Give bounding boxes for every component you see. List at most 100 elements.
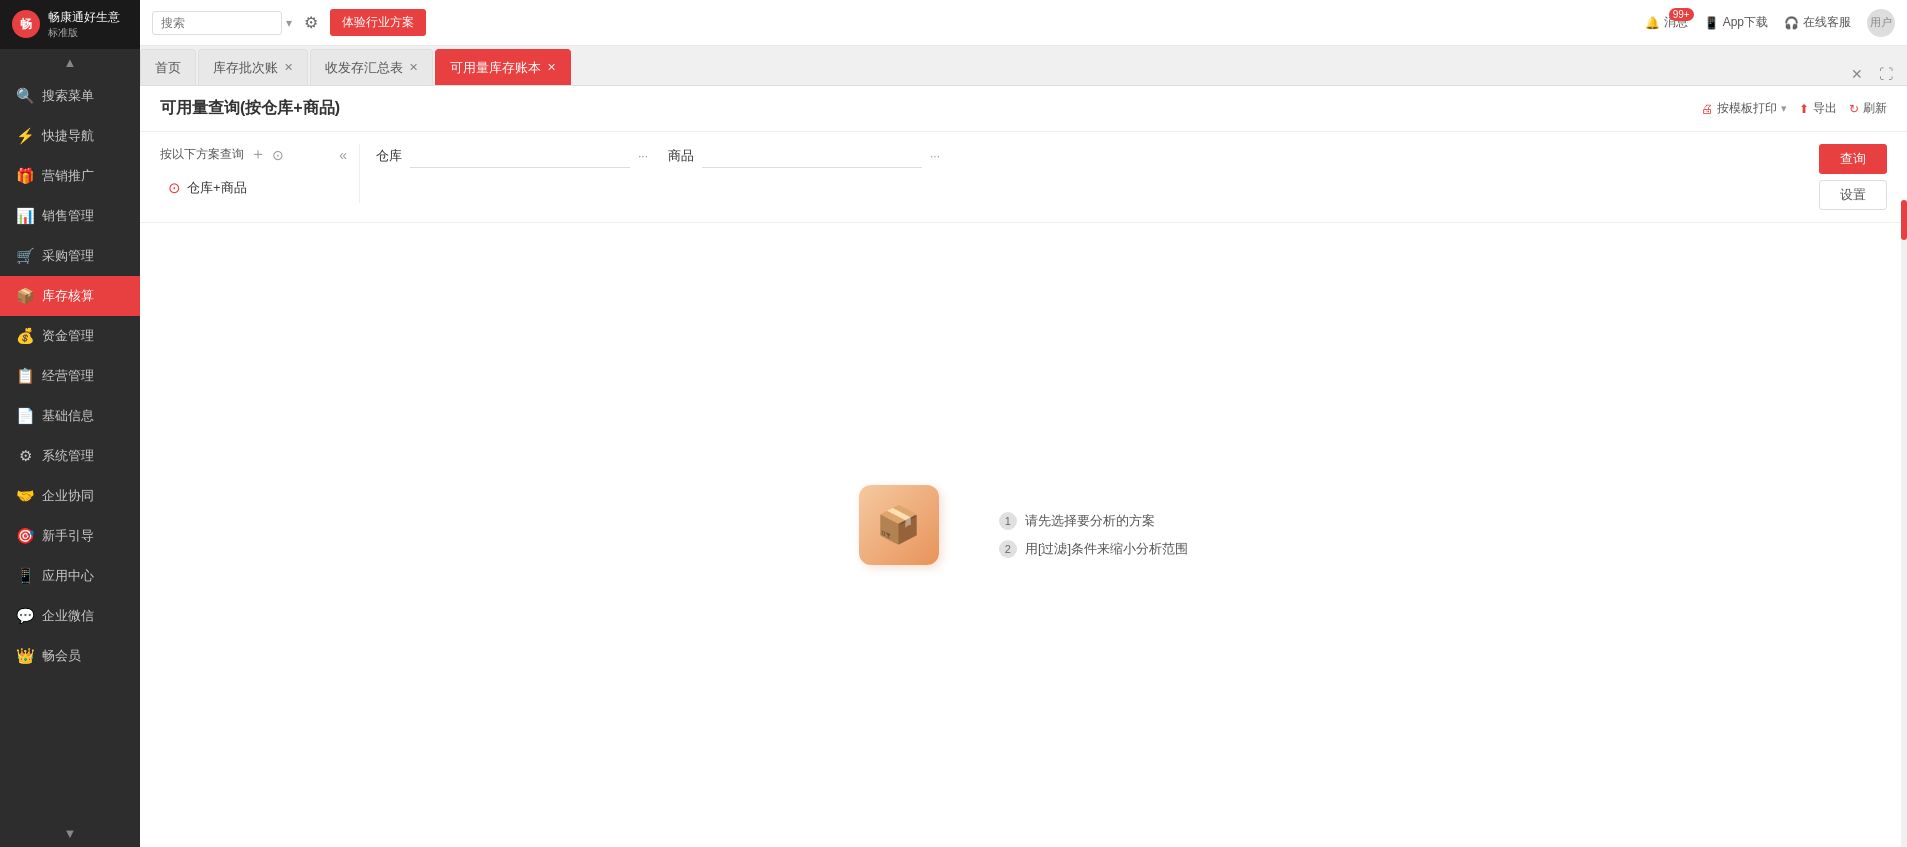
robot-icon (859, 485, 939, 565)
operations-icon: 📋 (16, 367, 34, 385)
export-btn[interactable]: ⬆ 导出 (1799, 100, 1837, 117)
right-scrollbar[interactable] (1901, 200, 1907, 847)
bell-icon: 🔔 (1645, 16, 1660, 30)
refresh-icon: ↻ (1849, 102, 1859, 116)
main-area: ▾ ⚙ 体验行业方案 🔔 消息 99+ 📱 App下载 🎧 在线客服 用户 (140, 0, 1907, 847)
sidebar-scroll-down[interactable]: ▼ (0, 820, 140, 847)
query-button[interactable]: 查询 (1819, 144, 1887, 174)
marketing-icon: 🎁 (16, 167, 34, 185)
filter-actions: 查询 设置 (1803, 144, 1887, 210)
system-icon: ⚙ (16, 447, 34, 465)
app-logo: 畅 (12, 10, 40, 38)
empty-state: 1 请先选择要分析的方案 2 用[过滤]条件来缩小分析范围 (140, 223, 1907, 847)
sidebar-item-quicknav[interactable]: ⚡ 快捷导航 (0, 116, 140, 156)
page-header: 可用量查询(按仓库+商品) 🖨 按模板打印 ▾ ⬆ 导出 ↻ 刷新 (140, 86, 1907, 132)
scheme-panel-header: 按以下方案查询 ＋ ⊙ « (160, 144, 347, 165)
sidebar-item-inventory[interactable]: 📦 库存核算 (0, 276, 140, 316)
inventory-icon: 📦 (16, 287, 34, 305)
tip-item-1: 1 请先选择要分析的方案 (999, 512, 1188, 530)
sidebar: 畅 畅康通好生意 标准版 ▲ 🔍 搜索菜单 ⚡ 快捷导航 🎁 营销推广 📊 销售… (0, 0, 140, 847)
print-btn[interactable]: 🖨 按模板打印 ▾ (1701, 100, 1787, 117)
sidebar-item-purchase[interactable]: 🛒 采购管理 (0, 236, 140, 276)
phone-icon: 📱 (1704, 16, 1719, 30)
tabs-actions: ✕ ⛶ (1845, 63, 1907, 85)
settings-scheme-btn[interactable]: ⊙ (272, 147, 284, 163)
tab-batch[interactable]: 库存批次账 ✕ (198, 49, 308, 85)
warehouse-goods-icon: ⊙ (168, 179, 181, 197)
tab-available-close[interactable]: ✕ (547, 61, 556, 74)
tip-item-2: 2 用[过滤]条件来缩小分析范围 (999, 540, 1188, 558)
enterprise-icon: 🤝 (16, 487, 34, 505)
sidebar-item-finance[interactable]: 💰 资金管理 (0, 316, 140, 356)
collapse-scheme-btn[interactable]: « (339, 147, 347, 163)
page-header-actions: 🖨 按模板打印 ▾ ⬆ 导出 ↻ 刷新 (1701, 100, 1887, 117)
filter-field-warehouse: 仓库 ··· (376, 144, 648, 168)
sidebar-item-search[interactable]: 🔍 搜索菜单 (0, 76, 140, 116)
warehouse-more-btn[interactable]: ··· (638, 149, 648, 163)
topbar-search-area: ▾ (152, 11, 292, 35)
appcenter-icon: 📱 (16, 567, 34, 585)
avatar[interactable]: 用户 (1867, 9, 1895, 37)
filter-area: 按以下方案查询 ＋ ⊙ « ⊙ 仓库+商品 仓库 ··· 商品 (140, 132, 1907, 223)
print-dropdown-icon: ▾ (1781, 102, 1787, 115)
finance-icon: 💰 (16, 327, 34, 345)
tab-summary[interactable]: 收发存汇总表 ✕ (310, 49, 433, 85)
filter-fields: 仓库 ··· 商品 ··· (360, 144, 1803, 168)
close-all-tabs-btn[interactable]: ✕ (1845, 63, 1869, 85)
sidebar-nav: 🔍 搜索菜单 ⚡ 快捷导航 🎁 营销推广 📊 销售管理 🛒 采购管理 📦 库存核… (0, 76, 140, 820)
sidebar-header: 畅 畅康通好生意 标准版 (0, 0, 140, 49)
scheme-panel: 按以下方案查询 ＋ ⊙ « ⊙ 仓库+商品 (160, 144, 360, 203)
sidebar-item-enterprise[interactable]: 🤝 企业协同 (0, 476, 140, 516)
tab-home[interactable]: 首页 (140, 49, 196, 85)
tab-batch-close[interactable]: ✕ (284, 61, 293, 74)
goods-input[interactable] (702, 144, 922, 168)
sidebar-item-member[interactable]: 👑 畅会员 (0, 636, 140, 676)
quicknav-icon: ⚡ (16, 127, 34, 145)
member-icon: 👑 (16, 647, 34, 665)
filter-field-goods: 商品 ··· (668, 144, 940, 168)
goods-more-btn[interactable]: ··· (930, 149, 940, 163)
scheme-item-warehouse-goods[interactable]: ⊙ 仓库+商品 (160, 173, 347, 203)
tab-available[interactable]: 可用量库存账本 ✕ (435, 49, 571, 85)
empty-illustration (859, 485, 959, 585)
tab-summary-close[interactable]: ✕ (409, 61, 418, 74)
sidebar-item-sales[interactable]: 📊 销售管理 (0, 196, 140, 236)
sidebar-item-marketing[interactable]: 🎁 营销推广 (0, 156, 140, 196)
sidebar-item-wechat[interactable]: 💬 企业微信 (0, 596, 140, 636)
headset-icon: 🎧 (1784, 16, 1799, 30)
search-dropdown-btn[interactable]: ▾ (286, 16, 292, 30)
page-title: 可用量查询(按仓库+商品) (160, 98, 340, 119)
search-icon: 🔍 (16, 87, 34, 105)
sidebar-item-system[interactable]: ⚙ 系统管理 (0, 436, 140, 476)
sidebar-item-newbie[interactable]: 🎯 新手引导 (0, 516, 140, 556)
sidebar-scroll-up[interactable]: ▲ (0, 49, 140, 76)
app-name: 畅康通好生意 标准版 (48, 10, 120, 39)
customer-service-btn[interactable]: 🎧 在线客服 (1784, 14, 1851, 31)
print-icon: 🖨 (1701, 102, 1713, 116)
search-input[interactable] (152, 11, 282, 35)
notification-btn[interactable]: 🔔 消息 99+ (1645, 14, 1688, 31)
newbie-icon: 🎯 (16, 527, 34, 545)
sidebar-item-basic[interactable]: 📄 基础信息 (0, 396, 140, 436)
sidebar-item-appcenter[interactable]: 📱 应用中心 (0, 556, 140, 596)
topbar-right: 🔔 消息 99+ 📱 App下载 🎧 在线客服 用户 (1645, 9, 1895, 37)
app-download-btn[interactable]: 📱 App下载 (1704, 14, 1768, 31)
notification-badge: 99+ (1669, 8, 1694, 21)
warehouse-input[interactable] (410, 144, 630, 168)
wechat-icon: 💬 (16, 607, 34, 625)
gear-button[interactable]: ⚙ (300, 13, 322, 32)
purchase-icon: 🛒 (16, 247, 34, 265)
add-scheme-btn[interactable]: ＋ (250, 144, 266, 165)
page-content: 可用量查询(按仓库+商品) 🖨 按模板打印 ▾ ⬆ 导出 ↻ 刷新 (140, 86, 1907, 847)
settings-button[interactable]: 设置 (1819, 180, 1887, 210)
basic-icon: 📄 (16, 407, 34, 425)
scrollbar-thumb (1901, 200, 1907, 240)
sales-icon: 📊 (16, 207, 34, 225)
tabs-bar: 首页 库存批次账 ✕ 收发存汇总表 ✕ 可用量库存账本 ✕ ✕ ⛶ (140, 46, 1907, 86)
export-icon: ⬆ (1799, 102, 1809, 116)
sidebar-item-operations[interactable]: 📋 经营管理 (0, 356, 140, 396)
topbar: ▾ ⚙ 体验行业方案 🔔 消息 99+ 📱 App下载 🎧 在线客服 用户 (140, 0, 1907, 46)
industry-solution-button[interactable]: 体验行业方案 (330, 9, 426, 36)
refresh-btn[interactable]: ↻ 刷新 (1849, 100, 1887, 117)
fullscreen-btn[interactable]: ⛶ (1873, 63, 1899, 85)
